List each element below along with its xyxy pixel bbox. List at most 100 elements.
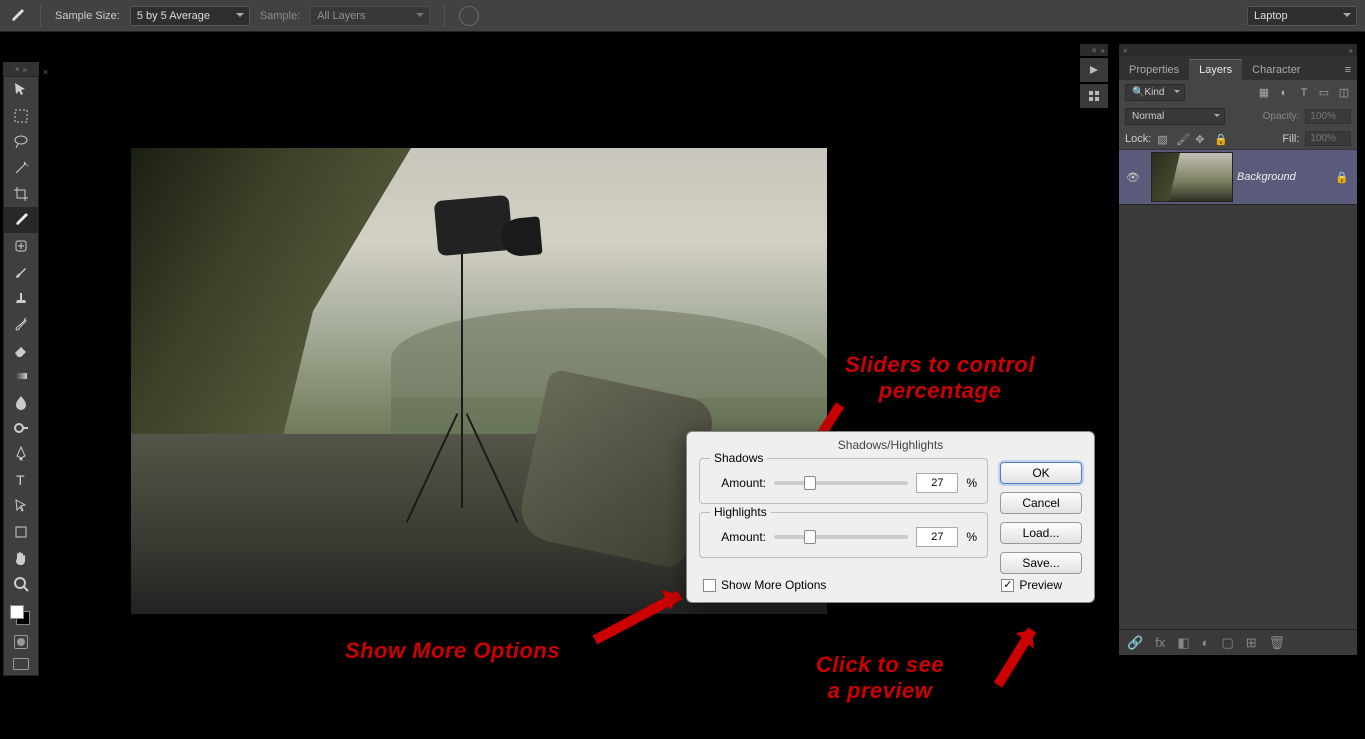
layer-group-icon[interactable]: ▢ <box>1221 635 1233 651</box>
blend-mode-dropdown[interactable]: Normal <box>1125 108 1225 125</box>
color-swatches[interactable] <box>4 601 38 631</box>
toolbox-tab-header[interactable]: ×» <box>3 62 39 76</box>
brush-tool[interactable] <box>4 259 38 285</box>
clone-stamp-tool[interactable] <box>4 285 38 311</box>
tab-layers[interactable]: Layers <box>1189 59 1242 80</box>
cancel-button[interactable]: Cancel <box>1000 492 1082 514</box>
gradient-tool[interactable] <box>4 363 38 389</box>
percent-label: % <box>966 476 977 490</box>
opacity-label: Opacity: <box>1263 111 1300 122</box>
layer-mask-icon[interactable]: ◧ <box>1177 635 1189 651</box>
fill-label: Fill: <box>1282 133 1299 145</box>
filter-pixel-icon[interactable]: ▦ <box>1257 86 1271 100</box>
adjustment-layer-icon[interactable]: ◐ <box>1202 635 1210 650</box>
tab-properties[interactable]: Properties <box>1119 60 1189 80</box>
layer-fx-icon[interactable]: fx <box>1155 635 1165 650</box>
collapse-right-icon[interactable]: » <box>1349 46 1353 55</box>
filter-adjustment-icon[interactable]: ◐ <box>1277 86 1291 100</box>
screen-mode-toggle[interactable] <box>4 653 38 675</box>
sample-size-label: Sample Size: <box>55 10 120 22</box>
preview-checkbox[interactable] <box>1001 579 1014 592</box>
layer-lock-icon: 🔒 <box>1335 171 1357 184</box>
show-more-options-checkbox[interactable] <box>703 579 716 592</box>
panel-menu-icon[interactable]: ≡ <box>1339 60 1357 80</box>
dodge-tool[interactable] <box>4 415 38 441</box>
shadows-slider-thumb[interactable] <box>804 476 816 490</box>
layer-name[interactable]: Background <box>1237 171 1335 183</box>
lock-position-icon[interactable]: ✥ <box>1195 133 1207 145</box>
zoom-tool[interactable] <box>4 571 38 597</box>
sample-size-value: 5 by 5 Average <box>137 10 210 22</box>
sample-label: Sample: <box>260 10 300 22</box>
foreground-color-swatch[interactable] <box>10 605 24 619</box>
dock-header[interactable]: ×» <box>1080 44 1108 56</box>
highlights-amount-slider[interactable] <box>774 535 908 539</box>
lock-all-icon[interactable]: 🔒 <box>1214 133 1226 145</box>
blur-tool[interactable] <box>4 389 38 415</box>
show-more-options-label: Show More Options <box>721 578 826 592</box>
eraser-tool[interactable] <box>4 337 38 363</box>
tab-character[interactable]: Character <box>1242 60 1310 80</box>
workspace-dropdown[interactable]: Laptop <box>1247 6 1357 26</box>
expand-icon[interactable]: » <box>1101 46 1105 55</box>
move-tool[interactable] <box>4 77 38 103</box>
highlights-amount-label: Amount: <box>710 530 766 544</box>
eyedropper-tool[interactable] <box>4 207 38 233</box>
opacity-input[interactable]: 100% <box>1305 109 1351 124</box>
right-panel-group: « » Properties Layers Character ≡ 🔍Kind … <box>1119 44 1357 655</box>
shadows-amount-slider[interactable] <box>774 481 908 485</box>
panel-header[interactable]: « » <box>1119 44 1357 56</box>
quick-mask-toggle[interactable] <box>4 631 38 653</box>
save-button[interactable]: Save... <box>1000 552 1082 574</box>
pen-tool[interactable] <box>4 441 38 467</box>
workspace-value: Laptop <box>1254 10 1288 22</box>
crop-tool[interactable] <box>4 181 38 207</box>
lasso-tool[interactable] <box>4 129 38 155</box>
document-tab-close[interactable]: × <box>43 67 48 77</box>
magic-wand-tool[interactable] <box>4 155 38 181</box>
layers-blend-row: Normal Opacity: 100% <box>1119 105 1357 128</box>
marquee-tool[interactable] <box>4 103 38 129</box>
history-panel-icon[interactable] <box>1080 84 1108 108</box>
actions-panel-icon[interactable] <box>1080 58 1108 82</box>
link-layers-icon[interactable]: 🔗 <box>1127 635 1143 651</box>
history-brush-tool[interactable] <box>4 311 38 337</box>
layer-visibility-toggle[interactable]: 👁 <box>1119 171 1147 184</box>
annotation-show-more: Show More Options <box>345 638 560 664</box>
filter-kind-dropdown[interactable]: 🔍Kind <box>1125 84 1185 101</box>
layer-row-background[interactable]: 👁 Background 🔒 <box>1119 149 1357 205</box>
arrow-to-show-more <box>590 580 700 650</box>
path-selection-tool[interactable] <box>4 493 38 519</box>
type-tool[interactable]: T <box>4 467 38 493</box>
filter-type-icon[interactable]: T <box>1297 86 1311 100</box>
layer-thumbnail[interactable] <box>1151 152 1233 202</box>
shadows-amount-input[interactable] <box>916 473 958 493</box>
highlights-amount-input[interactable] <box>916 527 958 547</box>
svg-text:T: T <box>16 472 25 488</box>
healing-brush-tool[interactable] <box>4 233 38 259</box>
sample-size-dropdown[interactable]: 5 by 5 Average <box>130 6 250 26</box>
fill-input[interactable]: 100% <box>1305 131 1351 146</box>
delete-layer-icon[interactable]: 🗑 <box>1269 635 1286 651</box>
eyedropper-tool-icon[interactable] <box>8 7 26 25</box>
highlights-slider-thumb[interactable] <box>804 530 816 544</box>
lock-image-icon[interactable]: 🖌 <box>1176 133 1188 145</box>
filter-shape-icon[interactable]: ▭ <box>1317 86 1331 100</box>
hand-tool[interactable] <box>4 545 38 571</box>
filter-smart-icon[interactable]: ◫ <box>1337 86 1351 100</box>
new-layer-icon[interactable]: ⊞ <box>1246 635 1257 651</box>
toolbox-container: ×» T <box>0 32 39 739</box>
annotation-preview-line1: Click to see <box>790 652 970 678</box>
sample-ring-icon[interactable] <box>459 6 479 26</box>
collapse-icon[interactable]: » <box>23 65 27 74</box>
lock-label: Lock: <box>1125 133 1151 145</box>
separator <box>444 5 445 27</box>
close-icon[interactable]: × <box>1092 46 1097 55</box>
quick-mask-icon <box>14 635 28 649</box>
shape-tool[interactable] <box>4 519 38 545</box>
lock-transparency-icon[interactable]: ▨ <box>1157 133 1169 145</box>
load-button[interactable]: Load... <box>1000 522 1082 544</box>
ok-button[interactable]: OK <box>1000 462 1082 484</box>
collapse-left-icon[interactable]: « <box>1123 46 1127 55</box>
close-icon[interactable]: × <box>15 65 20 74</box>
